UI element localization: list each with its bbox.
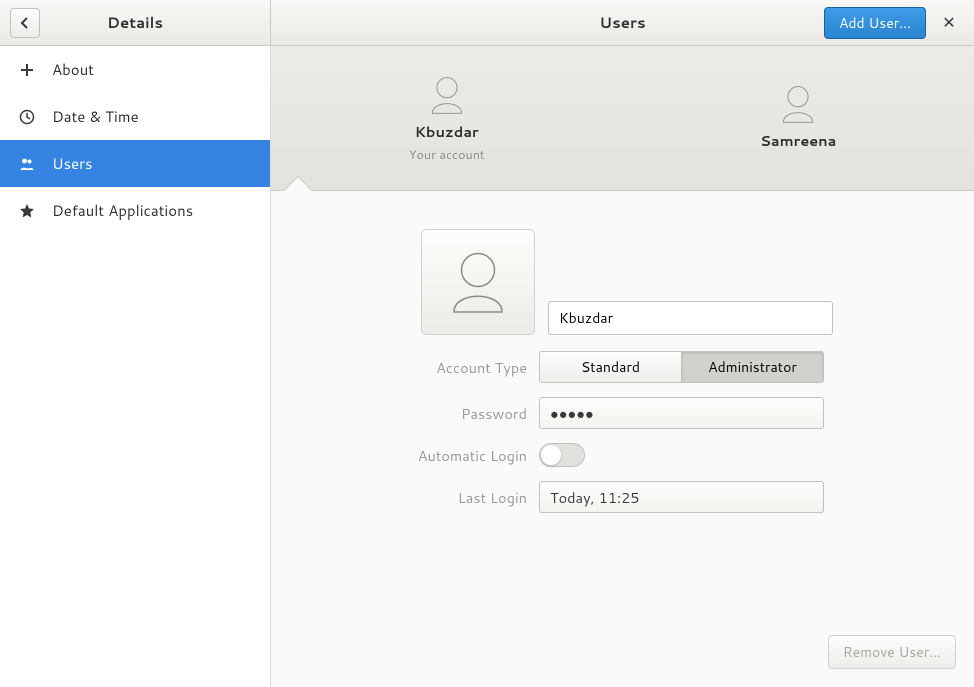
user-name-label: Kbuzdar xyxy=(415,121,479,142)
plus-icon xyxy=(18,62,36,78)
back-button[interactable] xyxy=(10,8,40,38)
sidebar-item-about[interactable]: About xyxy=(0,46,270,93)
sidebar: About Date & Time Users Default Applicat… xyxy=(0,46,271,687)
sidebar-item-label: About xyxy=(52,59,94,80)
sidebar-item-label: Date & Time xyxy=(52,106,139,127)
account-type-label: Account Type xyxy=(331,357,539,378)
main-panel: Kbuzdar Your account Samreena Account Ty… xyxy=(271,46,974,687)
sidebar-item-label: Default Applications xyxy=(52,200,193,221)
sidebar-item-users[interactable]: Users xyxy=(0,140,270,187)
password-field[interactable]: ●●●●● xyxy=(539,397,824,429)
close-icon: ✕ xyxy=(942,11,955,34)
star-icon xyxy=(18,203,36,219)
users-icon xyxy=(18,156,36,172)
last-login-field[interactable]: Today, 11:25 xyxy=(539,481,824,513)
account-type-standard[interactable]: Standard xyxy=(540,352,681,382)
close-button[interactable]: ✕ xyxy=(934,8,964,38)
sidebar-item-label: Users xyxy=(52,153,92,174)
avatar-icon xyxy=(776,82,820,126)
user-subtitle: Your account xyxy=(409,146,485,164)
avatar-picker[interactable] xyxy=(421,229,535,335)
account-type-administrator[interactable]: Administrator xyxy=(681,352,823,382)
user-name-input[interactable] xyxy=(548,301,833,335)
add-user-button[interactable]: Add User… xyxy=(824,7,926,39)
chevron-left-icon xyxy=(20,17,30,29)
automatic-login-switch[interactable] xyxy=(539,443,585,467)
user-tab-samreena[interactable]: Samreena xyxy=(623,46,974,190)
last-login-label: Last Login xyxy=(331,487,539,508)
automatic-login-label: Automatic Login xyxy=(331,445,539,466)
account-type-segmented: Standard Administrator xyxy=(539,351,824,383)
user-list-strip: Kbuzdar Your account Samreena xyxy=(271,46,974,191)
sidebar-item-default-apps[interactable]: Default Applications xyxy=(0,187,270,234)
remove-user-button[interactable]: Remove User… xyxy=(828,635,956,669)
avatar-icon xyxy=(442,244,514,320)
titlebar: Details Users Add User… ✕ xyxy=(0,0,974,46)
sidebar-item-date-time[interactable]: Date & Time xyxy=(0,93,270,140)
avatar-icon xyxy=(425,73,469,117)
user-tab-kbuzdar[interactable]: Kbuzdar Your account xyxy=(271,46,623,190)
password-label: Password xyxy=(331,403,539,424)
clock-icon xyxy=(18,109,36,125)
titlebar-left-title: Details xyxy=(0,12,270,33)
user-name-label: Samreena xyxy=(760,130,836,151)
